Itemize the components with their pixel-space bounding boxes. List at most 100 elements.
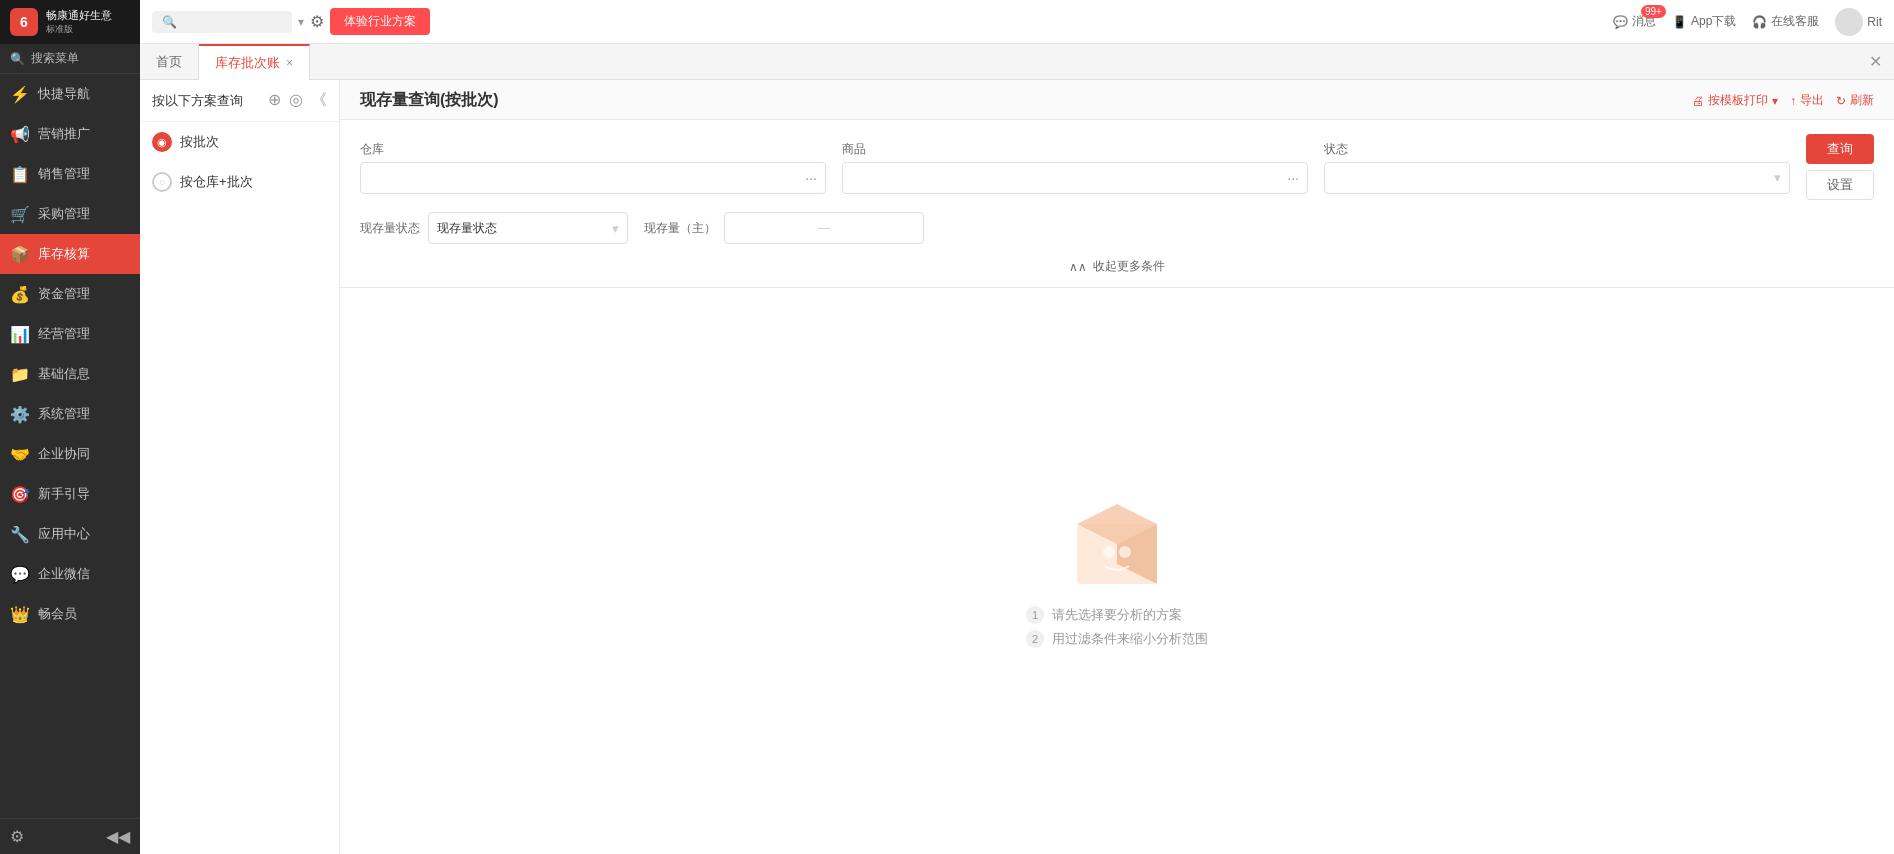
status-filter: 状态 ▾ [1324, 141, 1790, 194]
sidebar-item-basics[interactable]: 📁 基础信息 [0, 354, 140, 394]
sidebar-item-sales[interactable]: 📋 销售管理 [0, 154, 140, 194]
sidebar-item-wechat[interactable]: 💬 企业微信 [0, 554, 140, 594]
sidebar-search[interactable]: 🔍 搜索菜单 [0, 44, 140, 74]
sidebar-bottom: ⚙ ◀◀ [0, 818, 140, 854]
left-panel-actions: ⊕ ◎ 《 [268, 90, 327, 111]
print-template-btn[interactable]: 🖨 按模板打印 ▾ [1692, 92, 1778, 109]
collapse-sidebar-icon[interactable]: ◀◀ [106, 827, 130, 846]
marketing-icon: 📢 [10, 124, 30, 144]
sidebar-item-newbie[interactable]: 🎯 新手引导 [0, 474, 140, 514]
sidebar-item-quick-nav[interactable]: ⚡ 快捷导航 [0, 74, 140, 114]
user-avatar-area[interactable]: Rit [1835, 8, 1882, 36]
topbar-gear-icon[interactable]: ⚙ [310, 12, 324, 31]
filter-row-2: 现存量状态 现存量状态 ▾ 现存量（主） — [360, 212, 1874, 244]
sidebar-item-label: 应用中心 [38, 525, 90, 543]
collapse-more-btn[interactable]: ∧∧ 收起更多条件 [360, 254, 1874, 279]
avatar [1835, 8, 1863, 36]
sidebar-header: 6 畅康通好生意 标准版 [0, 0, 140, 44]
topbar-left: 🔍 ▾ ⚙ 体验行业方案 [152, 8, 1605, 35]
warehouse-filter: 仓库 ··· [360, 141, 826, 194]
empty-tips: 1 请先选择要分析的方案 2 用过滤条件来缩小分析范围 [1026, 606, 1208, 648]
wechat-icon: 💬 [10, 564, 30, 584]
sidebar-nav: ⚡ 快捷导航 📢 营销推广 📋 销售管理 🛒 采购管理 📦 库存核算 💰 资金管… [0, 74, 140, 818]
refresh-icon: ↻ [1836, 94, 1846, 108]
sidebar-item-inventory[interactable]: 📦 库存核算 [0, 234, 140, 274]
product-input[interactable]: ··· [842, 162, 1308, 194]
app-download-btn[interactable]: 📱 App下载 [1672, 13, 1736, 30]
app-logo: 6 [10, 8, 38, 36]
stock-qty-dash: — [818, 221, 830, 235]
status-input[interactable]: ▾ [1324, 162, 1790, 194]
collapse-label: 收起更多条件 [1093, 258, 1165, 275]
add-scheme-icon[interactable]: ⊕ [268, 90, 281, 111]
inventory-icon: 📦 [10, 244, 30, 264]
stock-qty-range[interactable]: — [724, 212, 924, 244]
sidebar-item-apps[interactable]: 🔧 应用中心 [0, 514, 140, 554]
sidebar-item-enterprise[interactable]: 🤝 企业协同 [0, 434, 140, 474]
tab-inventory-batch[interactable]: 库存批次账 × [199, 44, 310, 80]
apps-icon: 🔧 [10, 524, 30, 544]
empty-tip-1: 1 请先选择要分析的方案 [1026, 606, 1208, 624]
online-support-btn[interactable]: 🎧 在线客服 [1752, 13, 1819, 30]
stock-qty-label: 现存量（主） [644, 220, 716, 237]
member-icon: 👑 [10, 604, 30, 624]
empty-tip-2: 2 用过滤条件来缩小分析范围 [1026, 630, 1208, 648]
tabs-close-all-btn[interactable]: ✕ [1861, 52, 1890, 71]
tip1-text: 请先选择要分析的方案 [1052, 606, 1182, 624]
warehouse-more-icon[interactable]: ··· [805, 170, 817, 186]
topbar-dropdown-icon[interactable]: ▾ [298, 15, 304, 29]
stock-status-dropdown-icon[interactable]: ▾ [612, 221, 619, 236]
newbie-icon: 🎯 [10, 484, 30, 504]
topbar-search-icon: 🔍 [162, 15, 177, 29]
status-label: 状态 [1324, 141, 1790, 158]
left-panel-header: 按以下方案查询 ⊕ ◎ 《 [140, 80, 339, 122]
stock-qty-filter: 现存量（主） — [644, 212, 924, 244]
sidebar-item-label: 企业微信 [38, 565, 90, 583]
sidebar-item-finance[interactable]: 💰 资金管理 [0, 274, 140, 314]
message-btn[interactable]: 💬 消息 99+ [1613, 13, 1656, 30]
sidebar-item-label: 资金管理 [38, 285, 90, 303]
app-download-label: App下载 [1691, 13, 1736, 30]
product-more-icon[interactable]: ··· [1287, 170, 1299, 186]
svg-point-4 [1119, 546, 1131, 558]
sidebar-item-purchase[interactable]: 🛒 采购管理 [0, 194, 140, 234]
message-icon: 💬 [1613, 15, 1628, 29]
sidebar-item-label: 系统管理 [38, 405, 90, 423]
stock-status-select[interactable]: 现存量状态 ▾ [428, 212, 628, 244]
print-dropdown-icon[interactable]: ▾ [1772, 94, 1778, 108]
page-title: 现存量查询(按批次) [360, 90, 499, 111]
export-icon: ↑ [1790, 94, 1796, 108]
query-button[interactable]: 查询 [1806, 134, 1874, 164]
sidebar-item-marketing[interactable]: 📢 营销推广 [0, 114, 140, 154]
sidebar-item-label: 销售管理 [38, 165, 90, 183]
sidebar-item-system[interactable]: ⚙️ 系统管理 [0, 394, 140, 434]
scheme-item-warehouse-batch[interactable]: ○ 按仓库+批次 [140, 162, 339, 202]
tab-close-icon[interactable]: × [286, 56, 293, 70]
left-panel-title: 按以下方案查询 [152, 92, 243, 110]
right-panel: 现存量查询(按批次) 🖨 按模板打印 ▾ ↑ 导出 ↻ 刷新 [340, 80, 1894, 854]
export-btn[interactable]: ↑ 导出 [1790, 92, 1824, 109]
warehouse-label: 仓库 [360, 141, 826, 158]
print-label: 按模板打印 [1708, 92, 1768, 109]
collapse-panel-icon[interactable]: 《 [311, 90, 327, 111]
sidebar-item-operation[interactable]: 📊 经营管理 [0, 314, 140, 354]
tab-home[interactable]: 首页 [140, 44, 199, 80]
sidebar-item-label: 快捷导航 [38, 85, 90, 103]
settings-scheme-icon[interactable]: ◎ [289, 90, 303, 111]
settings-button[interactable]: 设置 [1806, 170, 1874, 200]
app-download-icon: 📱 [1672, 15, 1687, 29]
settings-icon[interactable]: ⚙ [10, 827, 24, 846]
stock-status-filter: 现存量状态 现存量状态 ▾ [360, 212, 628, 244]
tip2-text: 用过滤条件来缩小分析范围 [1052, 630, 1208, 648]
topbar-right: 💬 消息 99+ 📱 App下载 🎧 在线客服 Rit [1613, 8, 1882, 36]
filter-action-buttons: 查询 设置 [1806, 134, 1874, 200]
page-title-bar: 现存量查询(按批次) 🖨 按模板打印 ▾ ↑ 导出 ↻ 刷新 [340, 80, 1894, 120]
sidebar-item-member[interactable]: 👑 畅会员 [0, 594, 140, 634]
trial-btn[interactable]: 体验行业方案 [330, 8, 430, 35]
topbar-search[interactable]: 🔍 [152, 11, 292, 33]
export-label: 导出 [1800, 92, 1824, 109]
status-dropdown-icon[interactable]: ▾ [1774, 170, 1781, 185]
scheme-item-batch[interactable]: ◉ 按批次 [140, 122, 339, 162]
warehouse-input[interactable]: ··· [360, 162, 826, 194]
refresh-btn[interactable]: ↻ 刷新 [1836, 92, 1874, 109]
